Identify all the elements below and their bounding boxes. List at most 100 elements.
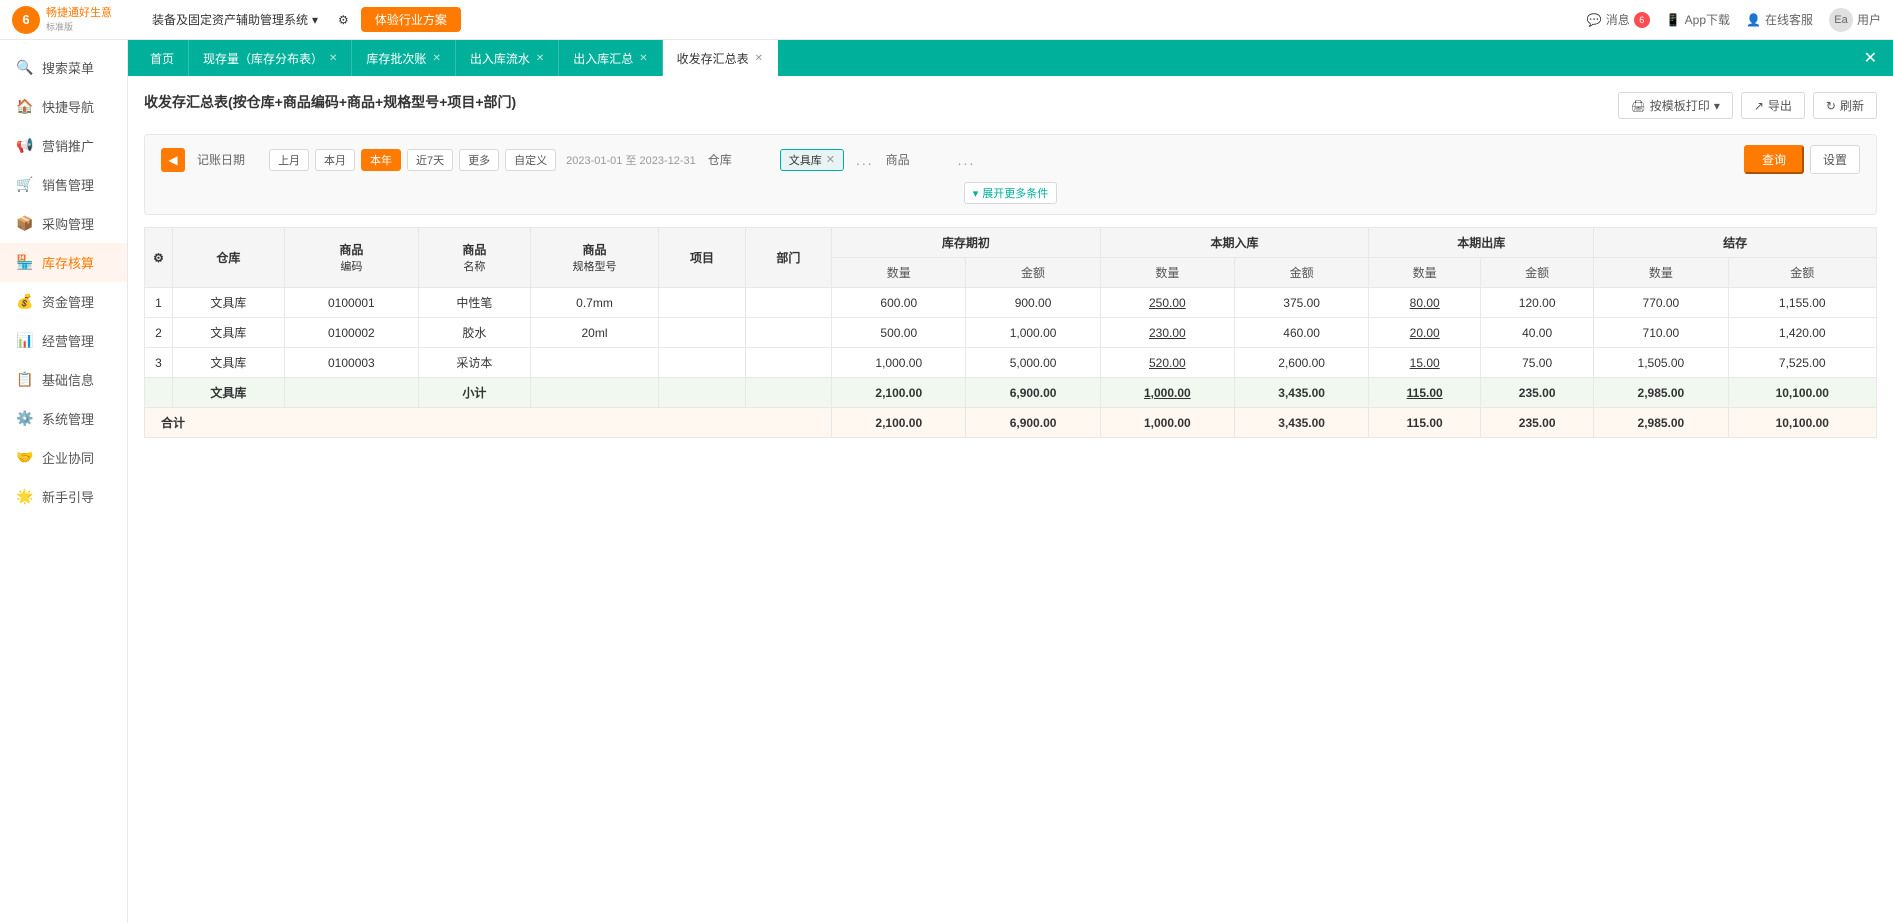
- date-btn-this-month[interactable]: 本月: [315, 149, 355, 171]
- settings-btn[interactable]: 设置: [1810, 145, 1860, 174]
- date-btn-this-year[interactable]: 本年: [361, 149, 401, 171]
- download-icon: 📱: [1666, 13, 1681, 27]
- warehouse-label: 仓库: [708, 151, 768, 168]
- message-label: 消息: [1606, 11, 1630, 28]
- search-icon: 🔍: [16, 59, 34, 76]
- message-btn[interactable]: 💬 消息 6: [1587, 11, 1650, 28]
- table-row-name: 中性笔: [419, 288, 531, 318]
- table-row-in-qty[interactable]: 250.00: [1100, 288, 1234, 318]
- table-row-open-qty: 500.00: [832, 318, 966, 348]
- warehouse-tag-close[interactable]: ✕: [826, 153, 835, 166]
- sidebar-item-purchase[interactable]: 📦 采购管理: [0, 204, 127, 243]
- sidebar-item-inventory[interactable]: 🏪 库存核算: [0, 243, 127, 282]
- table-row-in-amt: 460.00: [1234, 318, 1368, 348]
- th-spec: 商品规格型号: [530, 228, 659, 288]
- export-btn[interactable]: ↗ 导出: [1741, 92, 1805, 119]
- table-row-project: [659, 318, 745, 348]
- tab-batch-account[interactable]: 库存批次账 ✕: [352, 40, 455, 76]
- refresh-btn[interactable]: ↻ 刷新: [1813, 92, 1877, 119]
- th-balance: 结存: [1594, 228, 1877, 258]
- sidebar-item-label: 经营管理: [42, 331, 94, 350]
- chart-icon: 📊: [16, 332, 34, 349]
- tab-recv-send-summary[interactable]: 收发存汇总表 ✕: [663, 40, 778, 76]
- online-service-btn[interactable]: 👤 在线客服: [1746, 11, 1813, 28]
- goods-label: 商品: [886, 151, 946, 168]
- table-row-out-qty[interactable]: 115.00: [1369, 378, 1481, 408]
- avatar: Ea: [1829, 8, 1853, 32]
- table-row-warehouse: 文具库: [173, 348, 285, 378]
- tab-close-stock-dist[interactable]: ✕: [329, 53, 337, 64]
- tab-bar-close-btn[interactable]: ✕: [1856, 48, 1885, 68]
- date-btn-7days[interactable]: 近7天: [407, 149, 453, 171]
- sidebar-item-system[interactable]: ⚙️ 系统管理: [0, 399, 127, 438]
- table-row-warehouse: 文具库: [173, 288, 285, 318]
- table-row-out-qty[interactable]: 15.00: [1369, 348, 1481, 378]
- th-in-amt: 金额: [1234, 258, 1368, 288]
- tab-close-inout-flow[interactable]: ✕: [536, 53, 544, 64]
- tab-close-batch-account[interactable]: ✕: [432, 53, 440, 64]
- sidebar-item-label: 销售管理: [42, 175, 94, 194]
- tab-stock-dist[interactable]: 现存量（库存分布表） ✕: [189, 40, 352, 76]
- try-btn[interactable]: 体验行业方案: [361, 7, 461, 32]
- system-title-select[interactable]: 装备及固定资产辅助管理系统 ▾: [152, 11, 318, 28]
- sidebar-item-collab[interactable]: 🤝 企业协同: [0, 438, 127, 477]
- table-row-out-qty[interactable]: 20.00: [1369, 318, 1481, 348]
- date-btn-custom[interactable]: 自定义: [505, 149, 556, 171]
- th-dept: 部门: [745, 228, 831, 288]
- tab-close-inout-summary[interactable]: ✕: [639, 53, 647, 64]
- sidebar-item-guide[interactable]: 🌟 新手引导: [0, 477, 127, 516]
- query-btn[interactable]: 查询: [1744, 145, 1804, 174]
- sidebar-item-label: 基础信息: [42, 370, 94, 389]
- table-row-spec: [530, 378, 659, 408]
- tab-close-recv-send-summary[interactable]: ✕: [755, 53, 763, 64]
- table-row-in-qty[interactable]: 1,000.00: [1100, 378, 1234, 408]
- table-row-open-qty: 1,000.00: [832, 348, 966, 378]
- th-period-out: 本期出库: [1369, 228, 1594, 258]
- sidebar-item-operations[interactable]: 📊 经营管理: [0, 321, 127, 360]
- goods-dots[interactable]: ...: [958, 152, 976, 168]
- tab-home[interactable]: 首页: [136, 40, 189, 76]
- footer-open-amt: 6,900.00: [966, 408, 1100, 438]
- footer-in-amt: 3,435.00: [1234, 408, 1368, 438]
- print-btn[interactable]: 🖨 按模板打印 ▾: [1618, 92, 1733, 119]
- sidebar-item-finance[interactable]: 💰 资金管理: [0, 282, 127, 321]
- sidebar-item-search[interactable]: 🔍 搜索菜单: [0, 48, 127, 87]
- table-row-in-qty[interactable]: 230.00: [1100, 318, 1234, 348]
- filter-row-1: ◀ 记账日期 上月 本月 本年 近7天 更多 自定义 2023-01-01 至 …: [161, 145, 1860, 174]
- table-row-dept: [745, 288, 831, 318]
- date-btn-last-month[interactable]: 上月: [269, 149, 309, 171]
- sidebar-item-label: 系统管理: [42, 409, 94, 428]
- sidebar-item-marketing[interactable]: 📢 营销推广: [0, 126, 127, 165]
- th-out-qty: 数量: [1369, 258, 1481, 288]
- table-row-bal-amt: 10,100.00: [1728, 378, 1876, 408]
- warehouse-tag[interactable]: 文具库 ✕: [780, 149, 844, 171]
- table-row-bal-amt: 7,525.00: [1728, 348, 1876, 378]
- table-row-in-qty[interactable]: 520.00: [1100, 348, 1234, 378]
- filter-collapse-btn[interactable]: ◀: [161, 148, 185, 172]
- data-table: ⚙ 仓库 商品编码 商品名称 商品规格型号 项目 部门 库存期初 本期入库 本期…: [144, 227, 1877, 438]
- sidebar-item-sales[interactable]: 🛒 销售管理: [0, 165, 127, 204]
- table-row-warehouse: 文具库: [173, 318, 285, 348]
- sidebar-item-basicinfo[interactable]: 📋 基础信息: [0, 360, 127, 399]
- expand-conditions-btn[interactable]: ▾ 展开更多条件: [964, 182, 1058, 204]
- tab-inout-flow[interactable]: 出入库流水 ✕: [456, 40, 559, 76]
- footer-in-qty: 1,000.00: [1100, 408, 1234, 438]
- warehouse-dots[interactable]: ...: [856, 152, 874, 168]
- th-out-amt: 金额: [1481, 258, 1594, 288]
- sidebar-item-quicknav[interactable]: 🏠 快捷导航: [0, 87, 127, 126]
- footer-label: 合计: [145, 408, 832, 438]
- user-btn[interactable]: Ea 用户: [1829, 8, 1881, 32]
- gear-icon-btn[interactable]: ⚙: [338, 13, 349, 27]
- date-btn-more[interactable]: 更多: [459, 149, 499, 171]
- th-open-qty: 数量: [832, 258, 966, 288]
- table-row-bal-qty: 1,505.00: [1594, 348, 1728, 378]
- tab-inout-summary[interactable]: 出入库汇总 ✕: [559, 40, 662, 76]
- gear-icon: ⚙️: [16, 410, 34, 427]
- table-row-open-amt: 5,000.00: [966, 348, 1100, 378]
- table-row-out-qty[interactable]: 80.00: [1369, 288, 1481, 318]
- app-download-btn[interactable]: 📱 App下载: [1666, 11, 1730, 28]
- footer-bal-amt: 10,100.00: [1728, 408, 1876, 438]
- table-settings-col[interactable]: ⚙: [145, 228, 173, 288]
- system-title-text: 装备及固定资产辅助管理系统: [152, 11, 308, 28]
- table-row-code: 0100003: [284, 348, 418, 378]
